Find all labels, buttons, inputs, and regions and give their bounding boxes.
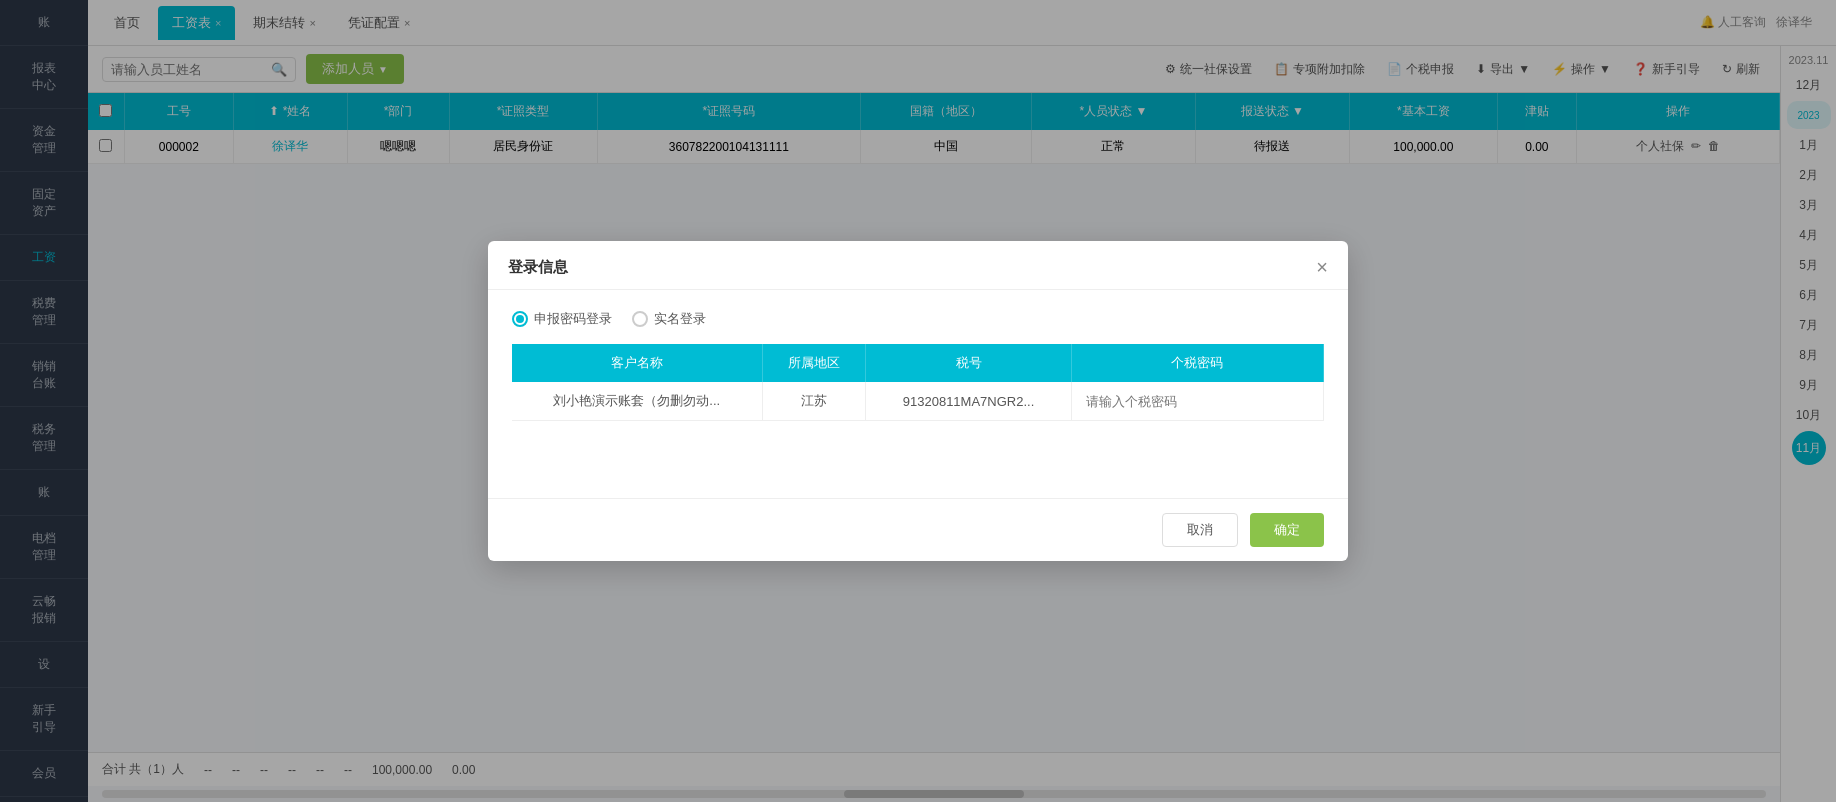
dialog-header: 登录信息 × xyxy=(488,241,1348,290)
dialog-footer: 取消 确定 xyxy=(488,498,1348,561)
radio-password-circle xyxy=(512,311,528,327)
tax-password-cell[interactable] xyxy=(1071,382,1323,421)
col-region: 所属地区 xyxy=(762,344,866,382)
col-tax-password: 个税密码 xyxy=(1071,344,1323,382)
dialog-title: 登录信息 xyxy=(508,258,568,277)
radio-password-login[interactable]: 申报密码登录 xyxy=(512,310,612,328)
client-name-cell: 刘小艳演示账套（勿删勿动... xyxy=(512,382,762,421)
dialog-body: 申报密码登录 实名登录 客户名称 所属地区 税号 个税密码 xyxy=(488,290,1348,498)
tax-no-cell: 91320811MA7NGR2... xyxy=(866,382,1072,421)
col-tax-no: 税号 xyxy=(866,344,1072,382)
region-cell: 江苏 xyxy=(762,382,866,421)
cancel-button[interactable]: 取消 xyxy=(1162,513,1238,547)
login-dialog: 登录信息 × 申报密码登录 实名登录 客户名称 xyxy=(488,241,1348,561)
login-type-radio-group: 申报密码登录 实名登录 xyxy=(512,310,1324,328)
dialog-close-button[interactable]: × xyxy=(1316,257,1328,277)
tax-password-input[interactable] xyxy=(1086,394,1309,409)
modal-overlay: 登录信息 × 申报密码登录 实名登录 客户名称 xyxy=(0,0,1836,802)
radio-real-name-login[interactable]: 实名登录 xyxy=(632,310,706,328)
login-info-row: 刘小艳演示账套（勿删勿动... 江苏 91320811MA7NGR2... xyxy=(512,382,1324,421)
confirm-button[interactable]: 确定 xyxy=(1250,513,1324,547)
login-info-table: 客户名称 所属地区 税号 个税密码 刘小艳演示账套（勿删勿动... 江苏 913… xyxy=(512,344,1324,421)
col-client-name: 客户名称 xyxy=(512,344,762,382)
radio-realname-circle xyxy=(632,311,648,327)
